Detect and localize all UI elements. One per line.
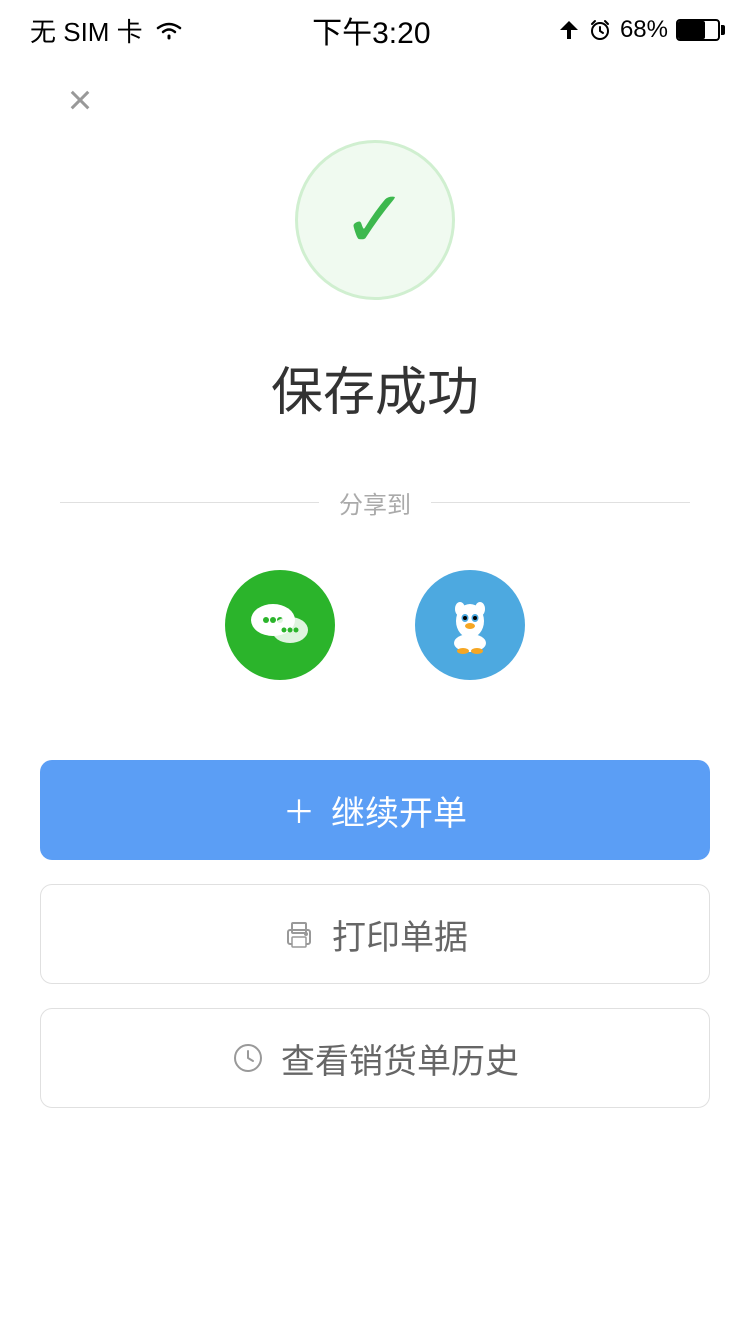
status-bar: 无 SIM 卡 下午3:20 68%	[0, 0, 750, 60]
share-divider: 分享到	[0, 485, 750, 520]
share-label: 分享到	[319, 485, 431, 520]
printer-icon	[282, 917, 316, 951]
history-label: 查看销货单历史	[281, 1034, 519, 1083]
action-buttons: ＋ 继续开单 打印单据 查看销货单历史	[0, 760, 750, 1108]
status-right: 68%	[558, 16, 720, 44]
wechat-icon	[245, 590, 315, 660]
battery-icon	[676, 19, 720, 41]
wechat-share-button[interactable]	[225, 570, 335, 680]
share-icons	[225, 570, 525, 680]
main-content: ✓ 保存成功 分享到	[0, 60, 750, 1334]
success-title: 保存成功	[271, 350, 479, 425]
carrier-text: 无 SIM 卡	[30, 12, 143, 49]
continue-button[interactable]: ＋ 继续开单	[40, 760, 710, 860]
qq-share-button[interactable]	[415, 570, 525, 680]
history-icon	[231, 1041, 265, 1075]
plus-icon: ＋	[283, 787, 315, 833]
divider-line-right	[431, 502, 690, 503]
success-circle: ✓	[295, 140, 455, 300]
divider-line-left	[60, 502, 319, 503]
continue-label: 继续开单	[331, 786, 467, 835]
location-icon	[558, 19, 580, 41]
status-time: 下午3:20	[312, 8, 430, 52]
checkmark-icon: ✓	[341, 180, 408, 260]
status-left: 无 SIM 卡	[30, 12, 185, 49]
print-label: 打印单据	[332, 910, 468, 959]
history-button[interactable]: 查看销货单历史	[40, 1008, 710, 1108]
battery-percent: 68%	[620, 16, 668, 44]
alarm-icon	[588, 18, 612, 42]
qq-icon	[438, 593, 503, 658]
wifi-icon	[153, 18, 185, 42]
print-button[interactable]: 打印单据	[40, 884, 710, 984]
